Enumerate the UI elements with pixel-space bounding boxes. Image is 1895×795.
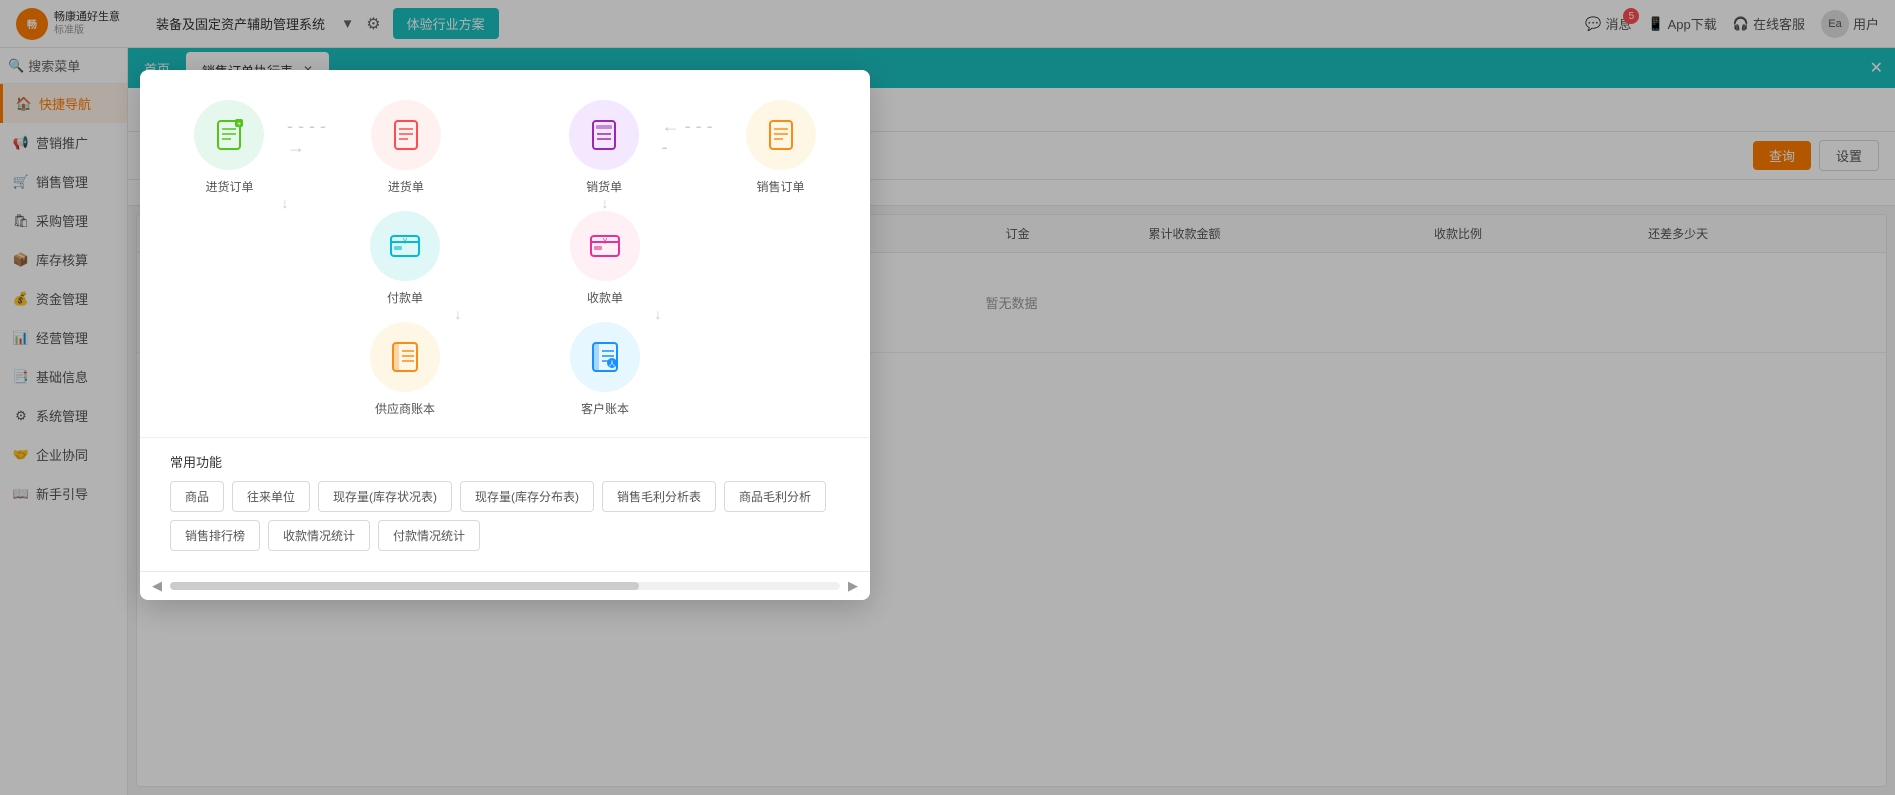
scroll-right-arrow[interactable]: ▶ xyxy=(848,578,858,594)
arrow-po-to-pb: - - - - → xyxy=(287,116,348,158)
flow-item-payment[interactable]: ¥ 付款单 xyxy=(345,211,465,306)
svg-text:+: + xyxy=(237,121,241,128)
payment-label: 付款单 xyxy=(387,289,423,306)
svg-text:¥: ¥ xyxy=(402,237,408,246)
common-btn-receipt-stat[interactable]: 收款情况统计 xyxy=(268,520,370,551)
v-arrow-rec: ↓ xyxy=(598,306,718,322)
common-btn-product-margin[interactable]: 商品毛利分析 xyxy=(724,481,826,512)
modal-scroll-area: + 进货订单 - - - - → 进货单 xyxy=(140,70,870,600)
arrow-sb-from-so: ← - - - - xyxy=(662,116,723,158)
purchase-bill-icon xyxy=(371,100,441,170)
common-btn-sales-rank[interactable]: 销售排行榜 xyxy=(170,520,260,551)
flow-section: + 进货订单 - - - - → 进货单 xyxy=(140,70,870,437)
payment-icon: ¥ xyxy=(370,211,440,281)
flow-item-purchase-order[interactable]: + 进货订单 xyxy=(170,100,289,195)
common-title: 常用功能 xyxy=(170,452,840,471)
receipt-icon: ¥ xyxy=(570,211,640,281)
common-btn-stock-status[interactable]: 现存量(库存状况表) xyxy=(318,481,452,512)
sales-order-label: 销售订单 xyxy=(757,178,805,195)
v-arrow-pb: ↓ xyxy=(225,195,345,211)
sales-bill-icon xyxy=(569,100,639,170)
flow-item-sales-order[interactable]: 销售订单 xyxy=(721,100,840,195)
common-btn-counterparty[interactable]: 往来单位 xyxy=(232,481,310,512)
flow-item-purchase-bill[interactable]: 进货单 xyxy=(346,100,465,195)
flow-item-supplier-ledger[interactable]: 供应商账本 xyxy=(345,322,465,417)
receipt-label: 收款单 xyxy=(587,289,623,306)
svg-text:人: 人 xyxy=(609,360,616,368)
flow-item-customer-ledger[interactable]: 人 客户账本 xyxy=(545,322,665,417)
svg-text:¥: ¥ xyxy=(602,237,608,246)
purchase-order-label: 进货订单 xyxy=(205,178,253,195)
scroll-track xyxy=(170,582,840,590)
common-section: 常用功能 商品 往来单位 现存量(库存状况表) 现存量(库存分布表) 销售毛利分… xyxy=(140,437,870,571)
quick-nav-modal: + 进货订单 - - - - → 进货单 xyxy=(140,70,870,600)
flow-item-receipt[interactable]: ¥ 收款单 xyxy=(545,211,665,306)
supplier-ledger-label: 供应商账本 xyxy=(375,400,435,417)
scroll-thumb xyxy=(170,582,639,590)
common-btn-product[interactable]: 商品 xyxy=(170,481,224,512)
modal-scrollbar: ◀ ▶ xyxy=(140,571,870,600)
sales-bill-label: 销货单 xyxy=(586,178,622,195)
sales-order-icon xyxy=(746,100,816,170)
common-btn-stock-dist[interactable]: 现存量(库存分布表) xyxy=(460,481,594,512)
purchase-bill-label: 进货单 xyxy=(388,178,424,195)
purchase-order-icon: + xyxy=(194,100,264,170)
common-btn-sales-margin[interactable]: 销售毛利分析表 xyxy=(602,481,716,512)
customer-ledger-icon: 人 xyxy=(570,322,640,392)
common-btn-payment-stat[interactable]: 付款情况统计 xyxy=(378,520,480,551)
customer-ledger-label: 客户账本 xyxy=(581,400,629,417)
flow-item-sales-bill[interactable]: 销货单 xyxy=(545,100,664,195)
common-buttons-row2: 销售排行榜 收款情况统计 付款情况统计 xyxy=(170,520,840,551)
v-arrow-sb: ↓ xyxy=(545,195,665,211)
scroll-left-arrow[interactable]: ◀ xyxy=(152,578,162,594)
supplier-ledger-icon xyxy=(370,322,440,392)
v-arrow-pay: ↓ xyxy=(398,306,518,322)
common-buttons-area: 商品 往来单位 现存量(库存状况表) 现存量(库存分布表) 销售毛利分析表 商品… xyxy=(170,481,840,512)
